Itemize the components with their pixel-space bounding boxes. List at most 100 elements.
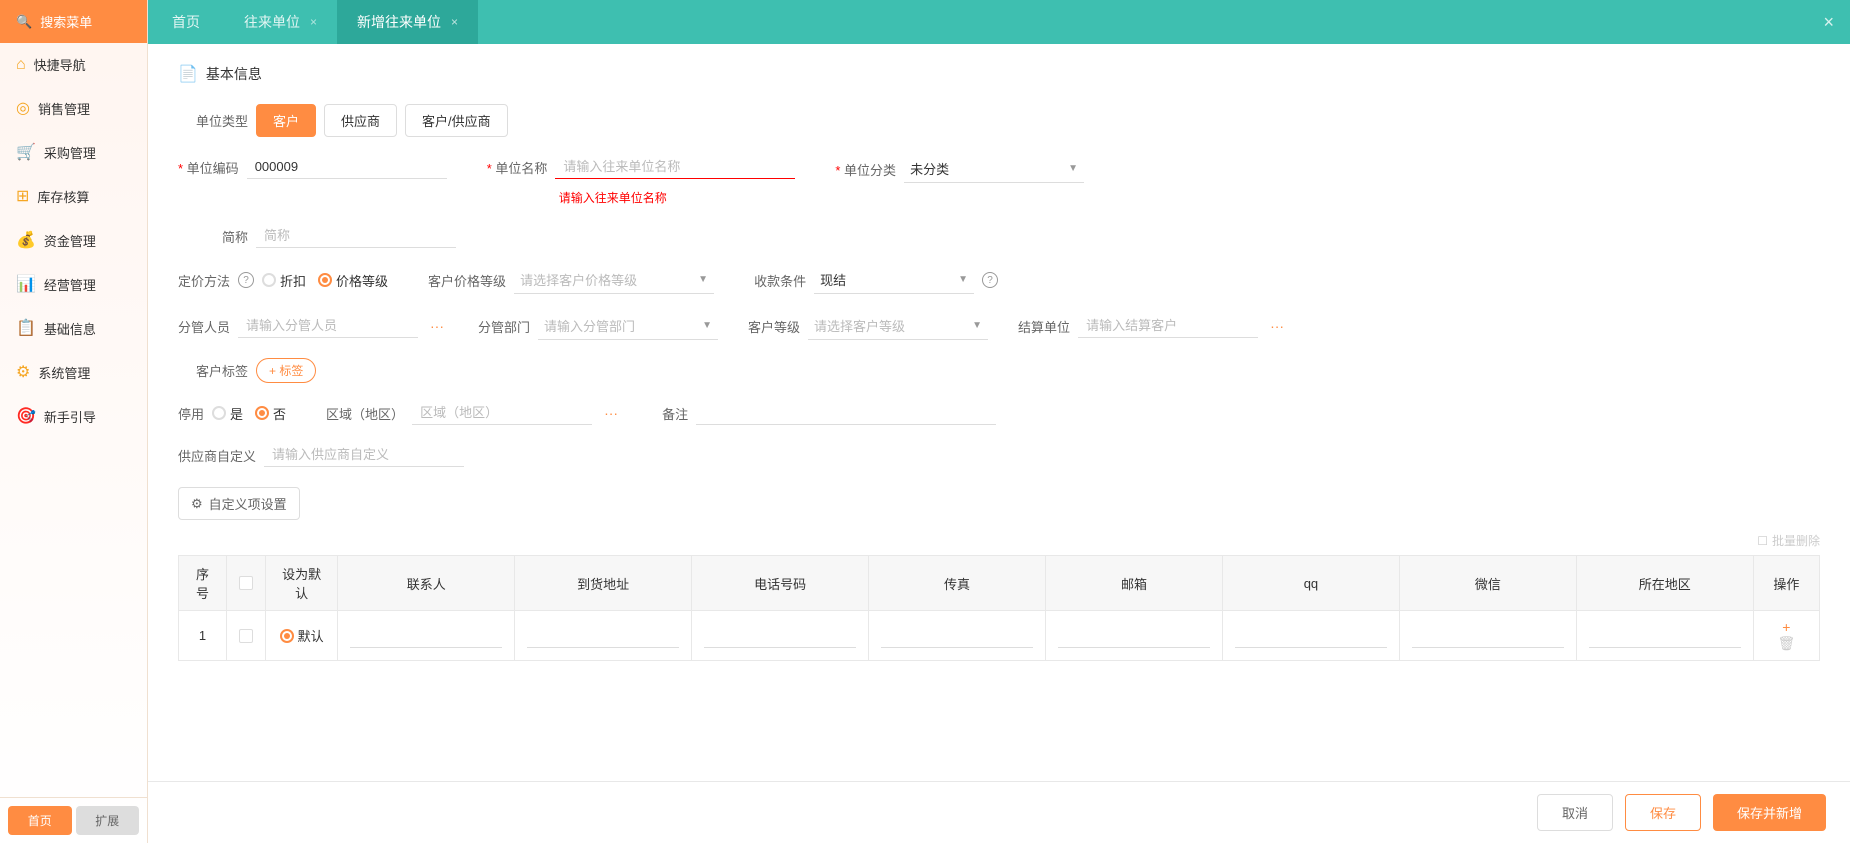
sidebar-item-label: 系统管理 bbox=[38, 363, 90, 382]
payment-terms-cell: 收款条件 现结 ▼ ? bbox=[754, 266, 998, 294]
row-delete-btn[interactable]: 🗑 bbox=[1774, 635, 1800, 652]
sidebar-item-guide[interactable]: 🎯 新手引导 bbox=[0, 394, 147, 438]
sidebar-item-inventory[interactable]: ⊞ 库存核算 bbox=[0, 174, 147, 218]
unit-name-label: 单位名称 bbox=[487, 158, 548, 177]
unit-name-cell: 单位名称 请输入往来单位名称 bbox=[487, 155, 796, 206]
remarks-input[interactable] bbox=[696, 401, 996, 425]
customer-price-level-select[interactable]: 请选择客户价格等级 ▼ bbox=[514, 266, 714, 294]
table-header-checkbox[interactable] bbox=[239, 576, 253, 590]
row-address[interactable] bbox=[515, 611, 692, 661]
payment-terms-select[interactable]: 现结 ▼ bbox=[814, 266, 974, 294]
tab-new-contact[interactable]: 新增往来单位 × bbox=[337, 0, 478, 44]
custom-settings-btn[interactable]: ⚙ 自定义项设置 bbox=[178, 487, 300, 520]
row-default: 默认 bbox=[266, 611, 338, 661]
add-tag-btn[interactable]: + 标签 bbox=[256, 358, 316, 383]
region-more-btn[interactable]: ··· bbox=[600, 405, 622, 421]
pricing-radio-level[interactable]: 价格等级 bbox=[318, 271, 388, 290]
pricing-method-label: 定价方法 bbox=[178, 271, 230, 290]
manager-input[interactable] bbox=[238, 314, 418, 338]
tab-contacts[interactable]: 往来单位 × bbox=[224, 0, 337, 44]
row-qq[interactable] bbox=[1222, 611, 1399, 661]
save-new-button[interactable]: 保存并新增 bbox=[1713, 794, 1826, 831]
row-checkbox[interactable] bbox=[239, 629, 253, 643]
region-input[interactable] bbox=[412, 401, 592, 425]
save-button[interactable]: 保存 bbox=[1625, 794, 1701, 831]
row-seq: 1 bbox=[179, 611, 227, 661]
manager-label: 分管人员 bbox=[178, 317, 230, 336]
batch-delete-icon: ☐ bbox=[1757, 534, 1768, 548]
row-phone[interactable] bbox=[692, 611, 869, 661]
department-dropdown-icon: ▼ bbox=[702, 320, 712, 331]
settlement-cell: 结算单位 ··· bbox=[1018, 314, 1288, 338]
supplier-custom-input[interactable] bbox=[264, 443, 464, 467]
row-contact[interactable] bbox=[338, 611, 515, 661]
sidebar-item-quick-nav[interactable]: ⌂ 快捷导航 bbox=[0, 43, 147, 86]
payment-help-icon[interactable]: ? bbox=[982, 272, 998, 288]
pricing-radio-discount[interactable]: 折扣 bbox=[262, 271, 306, 290]
row-add-btn[interactable]: + bbox=[1778, 619, 1794, 635]
pricing-help-icon[interactable]: ? bbox=[238, 272, 254, 288]
batch-delete-btn[interactable]: ☐ 批量删除 bbox=[178, 532, 1820, 549]
customer-tag-row: 客户标签 + 标签 bbox=[178, 358, 1820, 383]
sidebar-home-btn[interactable]: 首页 bbox=[8, 806, 72, 835]
sidebar-item-label: 资金管理 bbox=[44, 231, 96, 250]
pricing-method-cell: 定价方法 ? 折扣 价格等级 bbox=[178, 271, 388, 290]
sidebar-item-basic[interactable]: 📋 基础信息 bbox=[0, 306, 147, 350]
customer-level-select[interactable]: 请选择客户等级 ▼ bbox=[808, 312, 988, 340]
sidebar-expand-btn[interactable]: 扩展 bbox=[76, 806, 140, 835]
unit-btn-customer[interactable]: 客户 bbox=[256, 104, 316, 137]
col-check bbox=[227, 556, 266, 611]
settlement-input[interactable] bbox=[1078, 314, 1258, 338]
customer-price-level-placeholder: 请选择客户价格等级 bbox=[520, 270, 698, 289]
purchase-icon: 🛒 bbox=[16, 142, 36, 162]
manager-more-btn[interactable]: ··· bbox=[426, 318, 448, 334]
sidebar-item-label: 销售管理 bbox=[38, 99, 90, 118]
level-radio-circle bbox=[318, 273, 332, 287]
region-label: 区域（地区） bbox=[326, 404, 404, 423]
no-label: 否 bbox=[273, 404, 286, 423]
department-select[interactable]: 请输入分管部门 ▼ bbox=[538, 312, 718, 340]
sidebar-search[interactable]: 🔍 搜索菜单 bbox=[0, 0, 147, 43]
payment-terms-label: 收款条件 bbox=[754, 271, 806, 290]
disabled-label: 停用 bbox=[178, 404, 204, 423]
disabled-radio-yes[interactable]: 是 bbox=[212, 404, 243, 423]
tab-home[interactable]: 首页 bbox=[148, 0, 224, 44]
cancel-button[interactable]: 取消 bbox=[1537, 794, 1613, 831]
sidebar-item-finance[interactable]: 💰 资金管理 bbox=[0, 218, 147, 262]
disabled-radio-no[interactable]: 否 bbox=[255, 404, 286, 423]
short-name-input[interactable] bbox=[256, 224, 456, 248]
sidebar-item-label: 经营管理 bbox=[44, 275, 96, 294]
sidebar-item-operations[interactable]: 📊 经营管理 bbox=[0, 262, 147, 306]
col-seq: 序号 bbox=[179, 556, 227, 611]
form-content: 📄 基本信息 单位类型 客户 供应商 客户/供应商 单位编码 单位名称 bbox=[148, 44, 1850, 781]
disabled-region-row: 停用 是 否 区域（地区） ··· bbox=[178, 401, 1820, 425]
sidebar-item-sales[interactable]: ◎ 销售管理 bbox=[0, 86, 147, 130]
row-wechat[interactable] bbox=[1399, 611, 1576, 661]
finance-icon: 💰 bbox=[16, 230, 36, 250]
section-header: 📄 基本信息 bbox=[178, 64, 1820, 84]
sidebar-item-label: 库存核算 bbox=[37, 187, 89, 206]
tab-contacts-close[interactable]: × bbox=[310, 15, 317, 29]
sidebar-item-purchase[interactable]: 🛒 采购管理 bbox=[0, 130, 147, 174]
settlement-label: 结算单位 bbox=[1018, 317, 1070, 336]
unit-code-input[interactable] bbox=[247, 155, 447, 179]
unit-category-select[interactable]: 未分类 ▼ bbox=[904, 155, 1084, 183]
unit-category-label: 单位分类 bbox=[835, 160, 896, 179]
row-default-radio[interactable]: 默认 bbox=[278, 626, 325, 645]
supplier-custom-label: 供应商自定义 bbox=[178, 446, 256, 465]
unit-name-input[interactable] bbox=[555, 155, 795, 179]
tab-new-contact-close[interactable]: × bbox=[451, 15, 458, 29]
row-email[interactable] bbox=[1046, 611, 1223, 661]
col-region: 所在地区 bbox=[1576, 556, 1753, 611]
customer-level-cell: 客户等级 请选择客户等级 ▼ bbox=[748, 312, 988, 340]
settlement-more-btn[interactable]: ··· bbox=[1266, 318, 1288, 334]
unit-btn-both[interactable]: 客户/供应商 bbox=[405, 104, 508, 137]
col-contact: 联系人 bbox=[338, 556, 515, 611]
sidebar-item-system[interactable]: ⚙ 系统管理 bbox=[0, 350, 147, 394]
sidebar-bottom: 首页 扩展 bbox=[0, 797, 147, 843]
batch-delete-label: 批量删除 bbox=[1772, 532, 1820, 549]
window-close-btn[interactable]: × bbox=[1807, 12, 1850, 33]
row-region[interactable] bbox=[1576, 611, 1753, 661]
unit-btn-supplier[interactable]: 供应商 bbox=[324, 104, 397, 137]
row-fax[interactable] bbox=[869, 611, 1046, 661]
